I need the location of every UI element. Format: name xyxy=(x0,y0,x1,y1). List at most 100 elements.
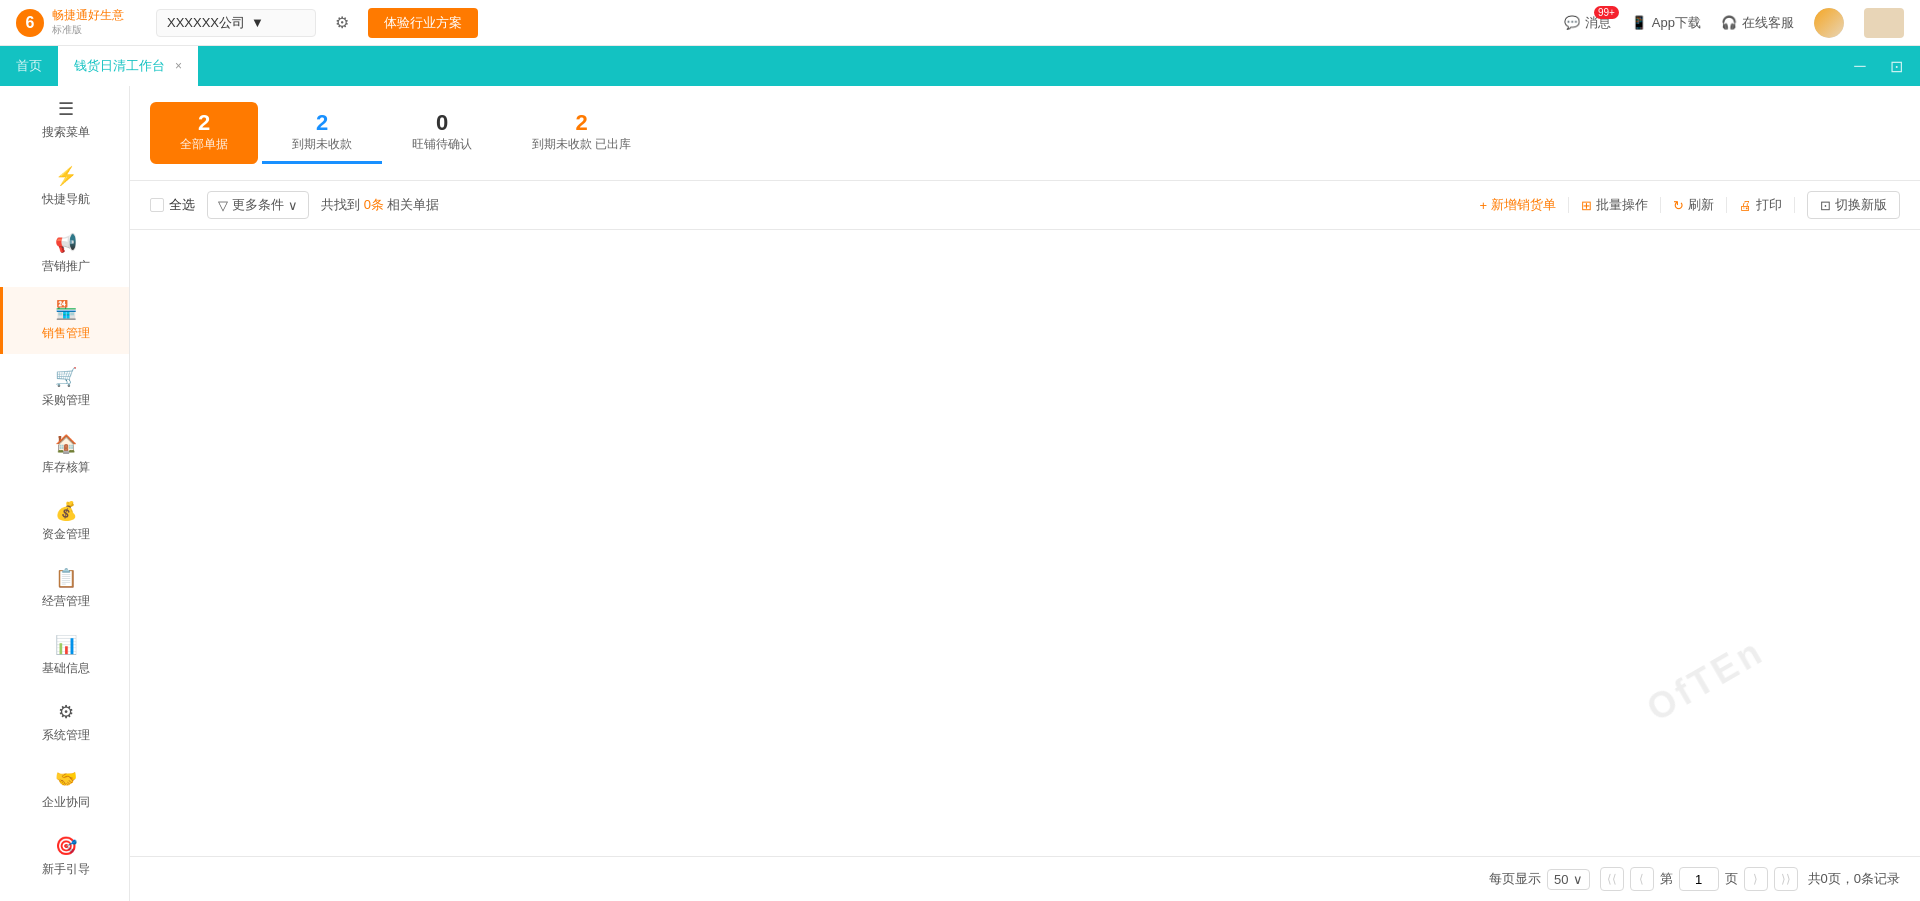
app-download-btn[interactable]: 📱 App下载 xyxy=(1631,14,1701,32)
sidebar-item-label: 新手引导 xyxy=(42,861,90,878)
switch-label: 切换新版 xyxy=(1835,196,1887,214)
experience-btn[interactable]: 体验行业方案 xyxy=(368,8,478,38)
sidebar-item-label: 库存核算 xyxy=(42,459,90,476)
user-dropdown[interactable] xyxy=(1864,8,1904,38)
refresh-label: 刷新 xyxy=(1688,196,1714,214)
sidebar-item-label: 基础信息 xyxy=(42,660,90,677)
sidebar-item-label: 搜索菜单 xyxy=(42,124,90,141)
company-name: XXXXXX公司 xyxy=(167,14,245,32)
settings-icon[interactable]: ⚙ xyxy=(326,7,358,39)
tab-close-icon[interactable]: × xyxy=(175,59,182,73)
cooperation-icon: 🤝 xyxy=(55,768,77,790)
print-label: 打印 xyxy=(1756,196,1782,214)
first-page-btn[interactable]: ⟨⟨ xyxy=(1600,867,1624,891)
app-download-icon: 📱 xyxy=(1631,15,1647,30)
messages-btn[interactable]: 💬 消息 99+ xyxy=(1564,14,1611,32)
filter-icon: ▽ xyxy=(218,198,228,213)
select-all-checkbox[interactable]: 全选 xyxy=(150,196,195,214)
page-label-prefix: 第 xyxy=(1660,870,1673,888)
refresh-btn[interactable]: ↻ 刷新 xyxy=(1673,196,1714,214)
tab-workbench-label: 钱货日清工作台 xyxy=(74,57,165,75)
purchase-icon: 🛒 xyxy=(55,366,77,388)
sidebar-item-marketing[interactable]: 📢 营销推广 xyxy=(0,220,129,287)
found-text: 共找到 0条 相关单据 xyxy=(321,196,439,214)
header-right: 💬 消息 99+ 📱 App下载 🎧 在线客服 xyxy=(1564,8,1904,38)
sidebar-item-label: 销售管理 xyxy=(42,325,90,342)
add-sale-btn[interactable]: + 新增销货单 xyxy=(1479,196,1556,214)
tab-workbench[interactable]: 钱货日清工作台 × xyxy=(58,46,198,86)
sidebar-item-label: 营销推广 xyxy=(42,258,90,275)
company-selector[interactable]: XXXXXX公司 ▼ xyxy=(156,9,316,37)
print-btn[interactable]: 🖨 打印 xyxy=(1739,196,1782,214)
message-icon: 💬 xyxy=(1564,15,1580,30)
avatar-image xyxy=(1814,8,1844,38)
batch-btn[interactable]: ⊞ 批量操作 xyxy=(1581,196,1648,214)
refresh-icon: ↻ xyxy=(1673,198,1684,213)
switch-icon: ⊡ xyxy=(1820,198,1831,213)
stat-card-wangpu[interactable]: 0 旺铺待确认 xyxy=(382,102,502,164)
page-size-selector: 每页显示 50 ∨ xyxy=(1489,869,1589,890)
found-prefix: 共找到 xyxy=(321,197,360,212)
tab-home[interactable]: 首页 xyxy=(0,46,58,86)
sidebar-item-label: 系统管理 xyxy=(42,727,90,744)
sidebar-item-operations[interactable]: 📋 经营管理 xyxy=(0,555,129,622)
stat-number-all: 2 xyxy=(198,110,210,136)
add-icon: + xyxy=(1479,198,1487,213)
sidebar-item-finance[interactable]: 💰 资金管理 xyxy=(0,488,129,555)
divider-3 xyxy=(1726,197,1727,213)
service-icon: 🎧 xyxy=(1721,15,1737,30)
page-size-label: 每页显示 xyxy=(1489,870,1541,888)
sidebar-item-label: 资金管理 xyxy=(42,526,90,543)
stat-label-all: 全部单据 xyxy=(180,136,228,153)
page-input[interactable] xyxy=(1679,867,1719,891)
tab-home-label: 首页 xyxy=(16,57,42,75)
batch-label: 批量操作 xyxy=(1596,196,1648,214)
sidebar-item-system[interactable]: ⚙ 系统管理 xyxy=(0,689,129,756)
found-suffix: 相关单据 xyxy=(387,197,439,212)
divider-1 xyxy=(1568,197,1569,213)
sidebar-item-app-center[interactable]: 📦 应用中心 xyxy=(0,890,129,901)
system-icon: ⚙ xyxy=(58,701,74,723)
stat-card-shipped[interactable]: 2 到期未收款 已出库 xyxy=(502,102,661,164)
page-size-select[interactable]: 50 ∨ xyxy=(1547,869,1589,890)
total-label: 共0页，0条记录 xyxy=(1808,870,1900,888)
main-content: 2 全部单据 2 到期未收款 0 旺铺待确认 2 到期未收款 已出库 全选 xyxy=(130,86,1920,901)
last-page-btn[interactable]: ⟩⟩ xyxy=(1774,867,1798,891)
stat-label-shipped: 到期未收款 已出库 xyxy=(532,136,631,153)
checkbox-input[interactable] xyxy=(150,198,164,212)
sidebar-item-inventory[interactable]: 🏠 库存核算 xyxy=(0,421,129,488)
toolbar-right: + 新增销货单 ⊞ 批量操作 ↻ 刷新 🖨 打印 xyxy=(1479,191,1900,219)
filter-btn[interactable]: ▽ 更多条件 ∨ xyxy=(207,191,309,219)
page-label: 页 xyxy=(1725,870,1738,888)
messages-badge: 99+ xyxy=(1594,6,1619,19)
sidebar-item-sales[interactable]: 🏪 销售管理 xyxy=(0,287,129,354)
inventory-icon: 🏠 xyxy=(55,433,77,455)
logo-badge: 标准版 xyxy=(52,23,124,37)
page-size-value: 50 xyxy=(1554,872,1568,887)
stat-card-overdue[interactable]: 2 到期未收款 xyxy=(262,102,382,164)
next-page-btn[interactable]: ⟩ xyxy=(1744,867,1768,891)
prev-page-btn[interactable]: ⟨ xyxy=(1630,867,1654,891)
sidebar-item-guide[interactable]: 🎯 新手引导 xyxy=(0,823,129,890)
online-service-btn[interactable]: 🎧 在线客服 xyxy=(1721,14,1794,32)
sidebar-item-cooperation[interactable]: 🤝 企业协同 xyxy=(0,756,129,823)
tab-minimize-btn[interactable]: ─ xyxy=(1846,52,1874,80)
divider-2 xyxy=(1660,197,1661,213)
avatar[interactable] xyxy=(1814,8,1844,38)
tab-maximize-btn[interactable]: ⊡ xyxy=(1882,52,1910,80)
sidebar-item-purchase[interactable]: 🛒 采购管理 xyxy=(0,354,129,421)
tab-bar-actions: ─ ⊡ xyxy=(1846,46,1920,86)
filter-label: 更多条件 xyxy=(232,196,284,214)
sidebar-item-basic-info[interactable]: 📊 基础信息 xyxy=(0,622,129,689)
app-download-label: App下载 xyxy=(1652,14,1701,32)
guide-icon: 🎯 xyxy=(55,835,77,857)
stat-card-all[interactable]: 2 全部单据 xyxy=(150,102,258,164)
main-layout: ☰ 搜索菜单 ⚡ 快捷导航 📢 营销推广 🏪 销售管理 🛒 采购管理 🏠 库存核… xyxy=(0,86,1920,901)
sidebar-item-quick-nav[interactable]: ⚡ 快捷导航 xyxy=(0,153,129,220)
page-nav: ⟨⟨ ⟨ 第 页 ⟩ ⟩⟩ xyxy=(1600,867,1798,891)
stat-label-wangpu: 旺铺待确认 xyxy=(412,136,472,153)
sidebar-item-search-menu[interactable]: ☰ 搜索菜单 xyxy=(0,86,129,153)
switch-new-btn[interactable]: ⊡ 切换新版 xyxy=(1807,191,1900,219)
sidebar-item-label: 经营管理 xyxy=(42,593,90,610)
sidebar-item-label: 快捷导航 xyxy=(42,191,90,208)
